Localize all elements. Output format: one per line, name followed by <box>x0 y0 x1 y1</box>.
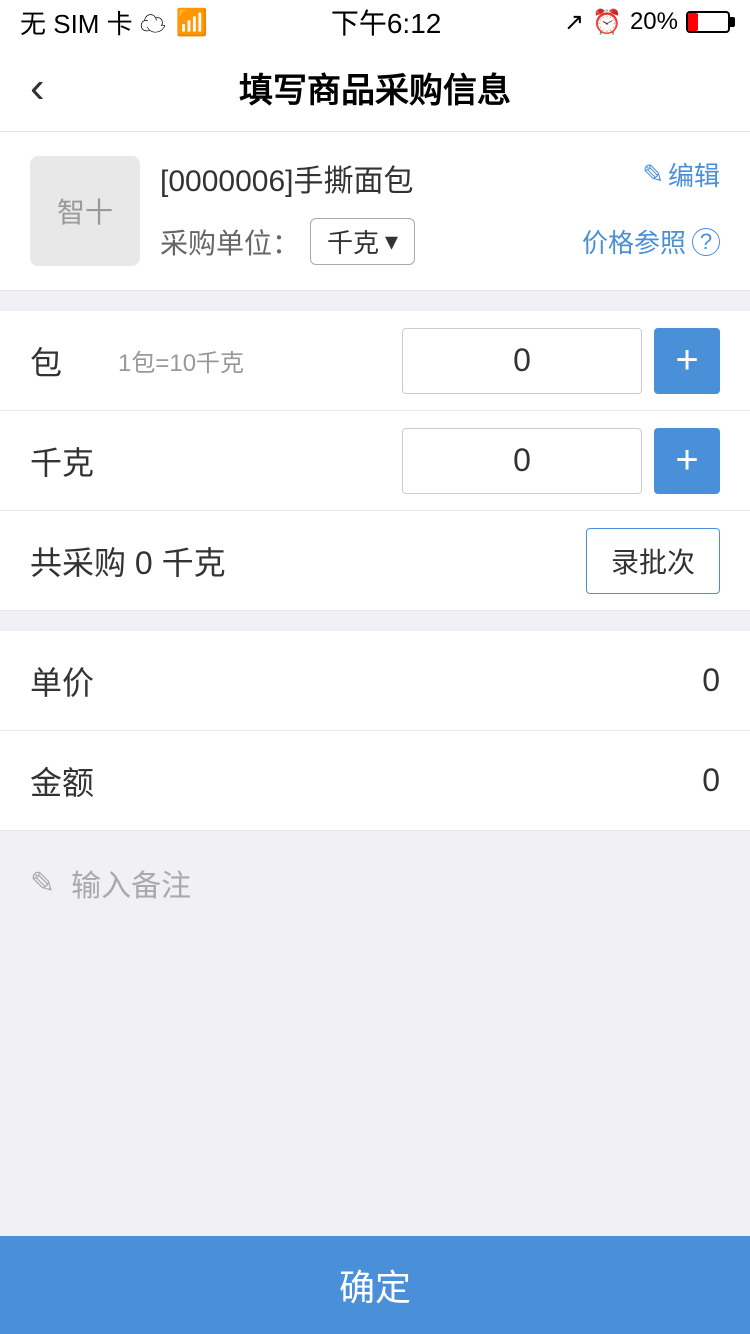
status-time: 下午6:12 <box>331 2 442 42</box>
total-row: 共采购 0 千克 录批次 <box>0 511 750 611</box>
status-right: ↗ ⏰ 20% <box>564 8 730 37</box>
info-icon: ? <box>692 228 720 256</box>
price-ref-button[interactable]: 价格参照 ? <box>582 223 720 260</box>
bag-label: 包 <box>30 338 110 384</box>
edit-button[interactable]: ✎ 编辑 <box>642 156 720 193</box>
remark-section[interactable]: ✎ 输入备注 <box>0 831 750 1031</box>
status-bar: 无 SIM 卡 ☁ 📶 下午6:12 ↗ ⏰ 20% <box>0 0 750 44</box>
location-icon: ↗ <box>564 8 584 37</box>
bag-number-input[interactable]: 0 <box>402 328 642 394</box>
section-separator-2 <box>0 611 750 631</box>
remark-placeholder: 输入备注 <box>71 861 191 905</box>
bag-input-row: 包 1包=10千克 0 + <box>0 311 750 411</box>
batch-button[interactable]: 录批次 <box>586 528 720 594</box>
product-info: [0000006]手撕面包 ✎ 编辑 采购单位： 千克 ▾ 价格参照 ? <box>160 156 720 265</box>
kg-plus-button[interactable]: + <box>654 428 720 494</box>
kg-label: 千克 <box>30 438 110 484</box>
pencil-icon: ✎ <box>30 866 55 901</box>
product-name: [0000006]手撕面包 <box>160 156 413 200</box>
battery-icon <box>686 11 730 33</box>
price-section: 单价 0 金额 0 <box>0 631 750 831</box>
unit-price-row: 单价 0 <box>0 631 750 731</box>
unit-price-label: 单价 <box>30 658 702 704</box>
purchase-unit-row: 采购单位： 千克 ▾ 价格参照 ? <box>160 218 720 265</box>
remark-input[interactable]: ✎ 输入备注 <box>30 861 720 905</box>
unit-price-value: 0 <box>702 662 720 699</box>
amount-row: 金额 0 <box>0 731 750 831</box>
input-section: 包 1包=10千克 0 + 千克 0 + <box>0 311 750 511</box>
edit-icon: ✎ <box>642 159 664 190</box>
unit-dropdown[interactable]: 千克 ▾ <box>310 218 415 265</box>
confirm-button[interactable]: 确定 <box>0 1236 750 1334</box>
wifi-icon: 📶 <box>176 7 208 38</box>
alarm-icon: ⏰ <box>592 8 622 37</box>
amount-label: 金额 <box>30 758 702 804</box>
total-label: 共采购 0 千克 <box>30 538 586 584</box>
dropdown-icon: ▾ <box>385 226 398 257</box>
back-button[interactable]: ‹ <box>30 66 45 110</box>
kg-input-row: 千克 0 + <box>0 411 750 511</box>
section-separator-1 <box>0 291 750 311</box>
battery-percent: 20% <box>630 8 678 36</box>
purchase-unit-label: 采购单位： <box>160 222 300 262</box>
bag-plus-button[interactable]: + <box>654 328 720 394</box>
product-header: [0000006]手撕面包 ✎ 编辑 <box>160 156 720 200</box>
amount-value: 0 <box>702 762 720 799</box>
nav-bar: ‹ 填写商品采购信息 <box>0 44 750 132</box>
sim-label: 无 SIM 卡 ☁ <box>20 4 166 41</box>
product-logo: 智十 <box>30 156 140 266</box>
kg-number-input[interactable]: 0 <box>402 428 642 494</box>
bag-sublabel: 1包=10千克 <box>118 343 244 378</box>
page-title: 填写商品采购信息 <box>239 63 511 112</box>
product-card: 智十 [0000006]手撕面包 ✎ 编辑 采购单位： 千克 ▾ 价格参照 ? <box>0 132 750 291</box>
status-left: 无 SIM 卡 ☁ 📶 <box>20 4 208 41</box>
